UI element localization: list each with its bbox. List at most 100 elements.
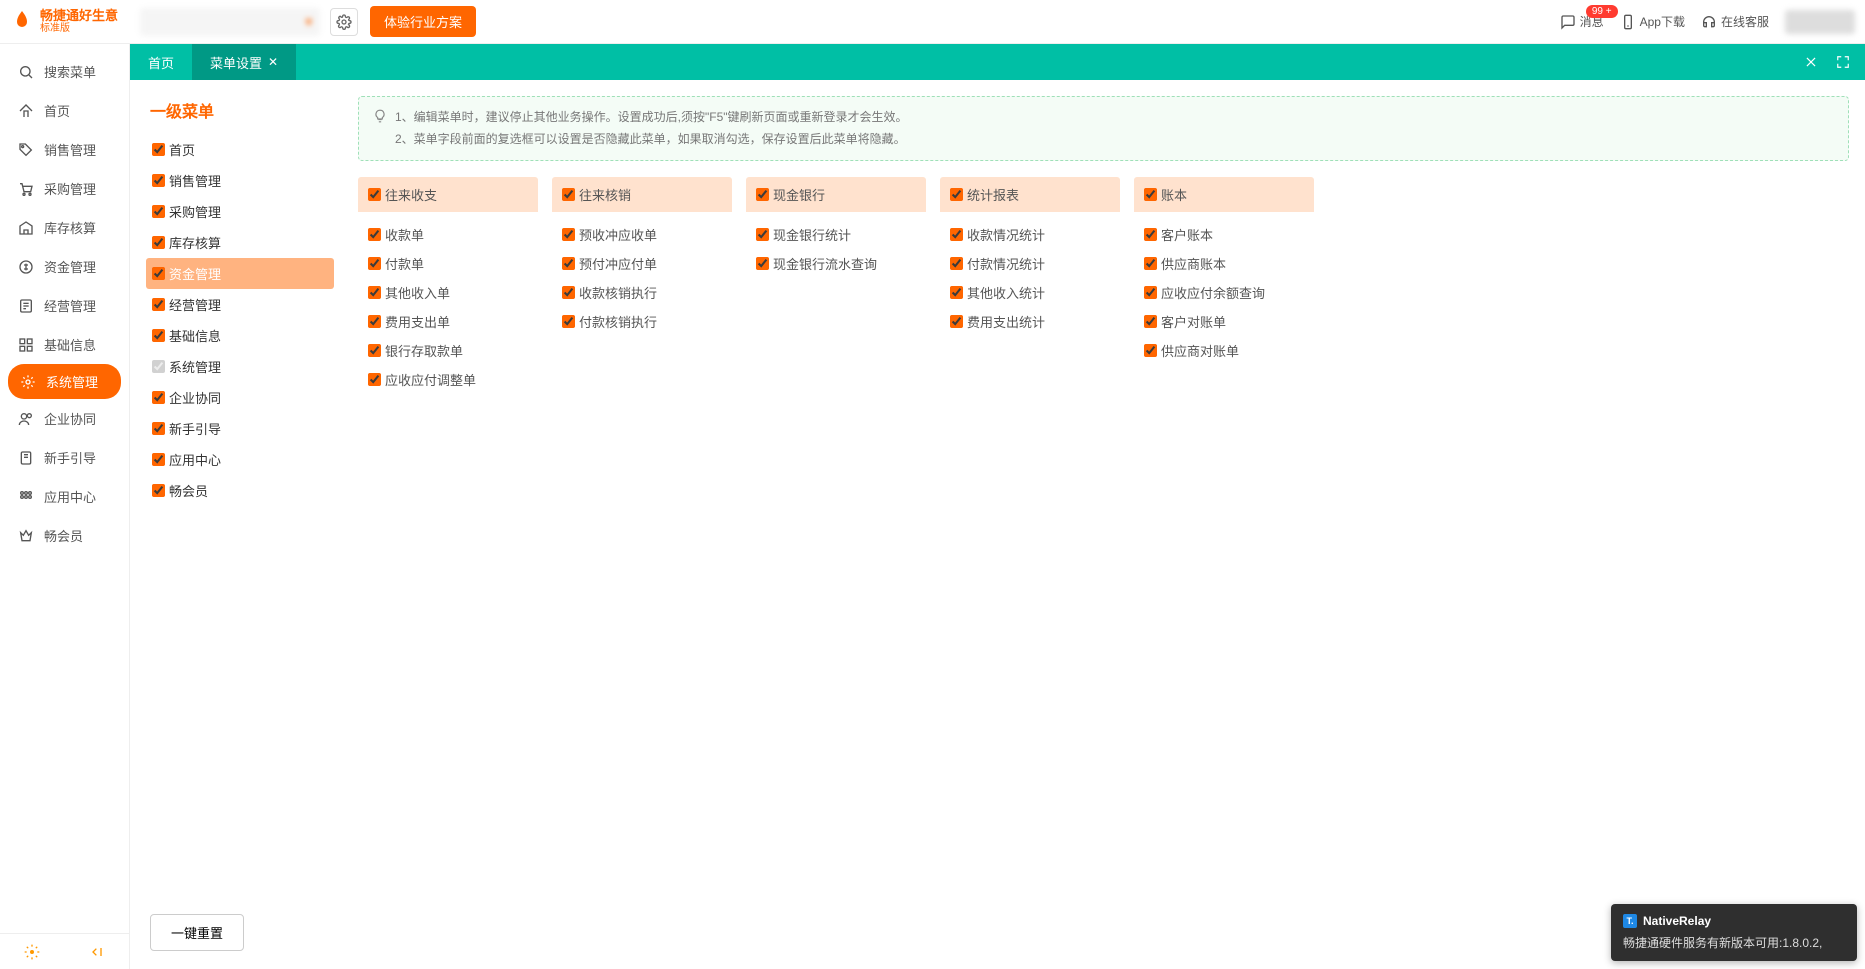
l1-item-3[interactable]: 库存核算 (146, 227, 334, 258)
card-row[interactable]: 收款核销执行 (556, 278, 728, 307)
nav-item-1[interactable]: 首页 (0, 91, 129, 130)
l1-item-5[interactable]: 经营管理 (146, 289, 334, 320)
l1-checkbox[interactable] (152, 329, 165, 342)
card-row[interactable]: 收款情况统计 (944, 220, 1116, 249)
nav-item-11[interactable]: 应用中心 (0, 477, 129, 516)
card-header-checkbox[interactable] (1144, 188, 1157, 201)
card-checkbox[interactable] (756, 257, 769, 270)
l1-checkbox[interactable] (152, 422, 165, 435)
nav-settings-icon[interactable] (24, 944, 40, 960)
card-checkbox[interactable] (950, 257, 963, 270)
card-checkbox[interactable] (562, 228, 575, 241)
l1-checkbox[interactable] (152, 236, 165, 249)
l1-checkbox[interactable] (152, 174, 165, 187)
nav-item-9[interactable]: 企业协同 (0, 399, 129, 438)
card-row[interactable]: 供应商账本 (1138, 249, 1310, 278)
card-checkbox[interactable] (562, 257, 575, 270)
user-avatar[interactable] (1785, 10, 1855, 34)
card-header[interactable]: 往来核销 (552, 177, 732, 212)
card-header[interactable]: 账本 (1134, 177, 1314, 212)
nav-item-7[interactable]: 基础信息 (0, 325, 129, 364)
org-selector[interactable]: ▾ (140, 8, 320, 36)
app-download-button[interactable]: App下载 (1620, 13, 1685, 30)
card-checkbox[interactable] (1144, 315, 1157, 328)
card-row[interactable]: 客户账本 (1138, 220, 1310, 249)
nav-item-3[interactable]: 采购管理 (0, 169, 129, 208)
l1-checkbox[interactable] (152, 205, 165, 218)
nav-item-0[interactable]: 搜索菜单 (0, 52, 129, 91)
l1-checkbox[interactable] (152, 267, 165, 280)
card-row[interactable]: 预收冲应收单 (556, 220, 728, 249)
settings-icon-button[interactable] (330, 8, 358, 36)
l1-item-9[interactable]: 新手引导 (146, 413, 334, 444)
card-checkbox[interactable] (562, 315, 575, 328)
nav-collapse-icon[interactable] (89, 944, 105, 960)
l1-item-7[interactable]: 系统管理 (146, 351, 334, 382)
reset-button[interactable]: 一键重置 (150, 914, 244, 951)
card-checkbox[interactable] (368, 344, 381, 357)
card-checkbox[interactable] (1144, 344, 1157, 357)
l1-item-6[interactable]: 基础信息 (146, 320, 334, 351)
card-header[interactable]: 统计报表 (940, 177, 1120, 212)
l1-item-10[interactable]: 应用中心 (146, 444, 334, 475)
l1-item-11[interactable]: 畅会员 (146, 475, 334, 506)
card-row[interactable]: 其他收入单 (362, 278, 534, 307)
card-row[interactable]: 费用支出统计 (944, 307, 1116, 336)
nav-item-5[interactable]: 资金管理 (0, 247, 129, 286)
update-toast[interactable]: T. NativeRelay 畅捷通硬件服务有新版本可用:1.8.0.2, (1611, 904, 1857, 961)
card-checkbox[interactable] (368, 286, 381, 299)
card-checkbox[interactable] (368, 228, 381, 241)
messages-button[interactable]: 消息 99 + (1560, 13, 1604, 30)
nav-item-12[interactable]: 畅会员 (0, 516, 129, 555)
nav-item-4[interactable]: 库存核算 (0, 208, 129, 247)
support-button[interactable]: 在线客服 (1701, 13, 1769, 30)
card-header[interactable]: 往来收支 (358, 177, 538, 212)
l1-item-1[interactable]: 销售管理 (146, 165, 334, 196)
l1-item-8[interactable]: 企业协同 (146, 382, 334, 413)
card-header[interactable]: 现金银行 (746, 177, 926, 212)
l1-item-2[interactable]: 采购管理 (146, 196, 334, 227)
card-checkbox[interactable] (1144, 286, 1157, 299)
card-row[interactable]: 付款核销执行 (556, 307, 728, 336)
fullscreen-icon[interactable] (1831, 50, 1855, 74)
nav-item-6[interactable]: 经营管理 (0, 286, 129, 325)
card-checkbox[interactable] (368, 315, 381, 328)
card-checkbox[interactable] (562, 286, 575, 299)
card-header-checkbox[interactable] (368, 188, 381, 201)
card-row[interactable]: 其他收入统计 (944, 278, 1116, 307)
card-header-checkbox[interactable] (756, 188, 769, 201)
l1-checkbox[interactable] (152, 484, 165, 497)
card-checkbox[interactable] (950, 315, 963, 328)
card-header-checkbox[interactable] (950, 188, 963, 201)
tab-1[interactable]: 菜单设置✕ (192, 44, 296, 80)
tab-close-all-icon[interactable] (1799, 50, 1823, 74)
card-checkbox[interactable] (368, 373, 381, 386)
card-row[interactable]: 应收应付调整单 (362, 365, 534, 394)
l1-checkbox[interactable] (152, 360, 165, 373)
card-checkbox[interactable] (950, 228, 963, 241)
card-row[interactable]: 收款单 (362, 220, 534, 249)
card-checkbox[interactable] (368, 257, 381, 270)
nav-item-2[interactable]: 销售管理 (0, 130, 129, 169)
l1-checkbox[interactable] (152, 298, 165, 311)
nav-item-8[interactable]: 系统管理 (8, 364, 121, 399)
card-row[interactable]: 现金银行流水查询 (750, 249, 922, 278)
card-header-checkbox[interactable] (562, 188, 575, 201)
card-row[interactable]: 预付冲应付单 (556, 249, 728, 278)
card-row[interactable]: 费用支出单 (362, 307, 534, 336)
card-row[interactable]: 客户对账单 (1138, 307, 1310, 336)
card-row[interactable]: 应收应付余额查询 (1138, 278, 1310, 307)
card-row[interactable]: 付款情况统计 (944, 249, 1116, 278)
l1-item-4[interactable]: 资金管理 (146, 258, 334, 289)
card-row[interactable]: 供应商对账单 (1138, 336, 1310, 365)
card-checkbox[interactable] (1144, 228, 1157, 241)
l1-checkbox[interactable] (152, 391, 165, 404)
card-checkbox[interactable] (1144, 257, 1157, 270)
card-row[interactable]: 付款单 (362, 249, 534, 278)
l1-item-0[interactable]: 首页 (146, 134, 334, 165)
l1-checkbox[interactable] (152, 453, 165, 466)
card-row[interactable]: 银行存取款单 (362, 336, 534, 365)
nav-item-10[interactable]: 新手引导 (0, 438, 129, 477)
tab-close-icon[interactable]: ✕ (268, 55, 278, 69)
promo-button[interactable]: 体验行业方案 (370, 6, 476, 37)
